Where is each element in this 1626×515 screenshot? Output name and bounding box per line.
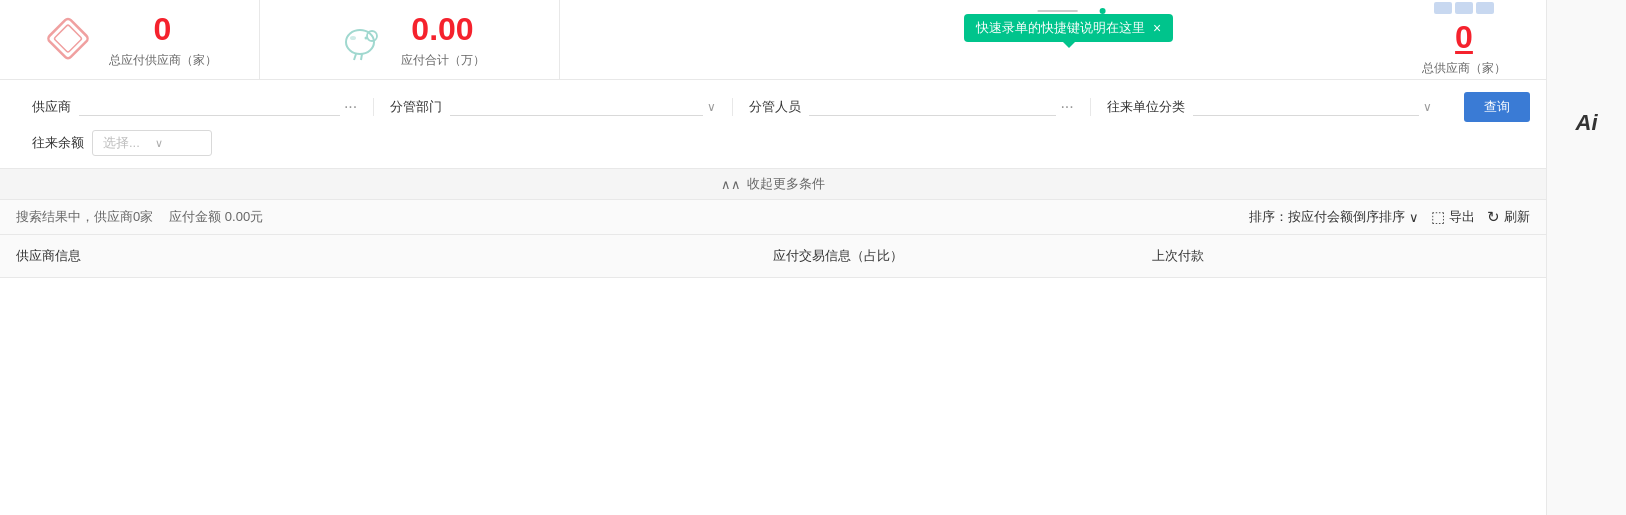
dept-input-wrapper bbox=[450, 98, 702, 116]
refresh-icon: ↻ bbox=[1487, 208, 1500, 226]
export-label: 导出 bbox=[1449, 208, 1475, 226]
unit-input-wrapper bbox=[1193, 98, 1419, 116]
payable-total-values: 0.00 应付合计（万） bbox=[401, 10, 485, 69]
unit-input[interactable] bbox=[1193, 98, 1419, 113]
sort-label: 排序：按应付会额倒序排序 bbox=[1249, 208, 1405, 226]
ai-label[interactable]: Ai bbox=[1576, 110, 1598, 136]
collapse-bar: ∧∧ 收起更多条件 bbox=[0, 169, 1546, 200]
mini-rect-3 bbox=[1476, 2, 1494, 14]
total-suppliers-number: 0 bbox=[1455, 18, 1473, 56]
payable-total-number: 0.00 bbox=[411, 10, 473, 48]
results-amount: 应付金额 0.00元 bbox=[169, 208, 263, 226]
query-button[interactable]: 查询 bbox=[1464, 92, 1530, 122]
export-icon: ⬚ bbox=[1431, 208, 1445, 226]
filter-row-1: 供应商 ··· 分管部门 ∨ 分管人员 bbox=[16, 92, 1530, 122]
results-bar: 搜索结果中，供应商0家 应付金额 0.00元 排序：按应付会额倒序排序 ∨ ⬚ … bbox=[0, 200, 1546, 235]
sort-dropdown[interactable]: 排序：按应付会额倒序排序 ∨ bbox=[1249, 208, 1419, 226]
right-panel: Ai bbox=[1546, 0, 1626, 515]
person-input-wrapper bbox=[809, 98, 1057, 116]
col-transaction-info: 应付交易信息（占比） bbox=[773, 247, 1152, 265]
svg-point-2 bbox=[346, 30, 374, 54]
balance-arrow: ∨ bbox=[155, 137, 201, 150]
export-button[interactable]: ⬚ 导出 bbox=[1431, 208, 1475, 226]
dept-label: 分管部门 bbox=[390, 98, 442, 116]
collapse-label: 收起更多条件 bbox=[747, 175, 825, 193]
tooltip-container: 快速录单的快捷键说明在这里 × bbox=[1030, 6, 1108, 16]
col-last-payment: 上次付款 bbox=[1152, 247, 1531, 265]
supplier-input[interactable] bbox=[79, 98, 340, 113]
stat-payable-total: 0.00 应付合计（万） bbox=[260, 0, 560, 79]
tooltip-bubble: 快速录单的快捷键说明在这里 × bbox=[964, 14, 1173, 42]
unit-label: 往来单位分类 bbox=[1107, 98, 1185, 116]
filter-row-2: 往来余额 选择... ∨ bbox=[16, 130, 1530, 156]
results-suppliers-count: 搜索结果中，供应商0家 bbox=[16, 208, 153, 226]
stat-total-payable: 0 总应付供应商（家） bbox=[0, 0, 260, 79]
dept-chevron[interactable]: ∨ bbox=[707, 100, 716, 114]
person-dots[interactable]: ··· bbox=[1060, 98, 1073, 116]
balance-select[interactable]: 选择... ∨ bbox=[92, 130, 212, 156]
supplier-label: 供应商 bbox=[32, 98, 71, 116]
svg-point-4 bbox=[350, 36, 356, 40]
supplier-dots[interactable]: ··· bbox=[344, 98, 357, 116]
supplier-input-wrapper bbox=[79, 98, 340, 116]
main-content: 0 总应付供应商（家） 0.00 bbox=[0, 0, 1546, 515]
filter-person: 分管人员 ··· bbox=[733, 98, 1091, 116]
balance-placeholder: 选择... bbox=[103, 134, 149, 152]
table-header: 供应商信息 应付交易信息（占比） 上次付款 bbox=[0, 235, 1546, 278]
refresh-label: 刷新 bbox=[1504, 208, 1530, 226]
results-right: 排序：按应付会额倒序排序 ∨ ⬚ 导出 ↻ 刷新 bbox=[1249, 208, 1530, 226]
results-left: 搜索结果中，供应商0家 应付金额 0.00元 bbox=[16, 208, 263, 226]
stat-total-suppliers: 0 总供应商（家） bbox=[1382, 0, 1546, 87]
person-input[interactable] bbox=[809, 98, 1057, 113]
mini-rect-1 bbox=[1434, 2, 1452, 14]
person-label: 分管人员 bbox=[749, 98, 801, 116]
tooltip-text: 快速录单的快捷键说明在这里 bbox=[976, 19, 1145, 37]
collapse-chevrons: ∧∧ bbox=[721, 177, 741, 192]
balance-label: 往来余额 bbox=[32, 134, 84, 152]
collapse-button[interactable]: ∧∧ 收起更多条件 bbox=[721, 175, 825, 193]
piggy-icon bbox=[335, 15, 385, 65]
table-body bbox=[0, 278, 1546, 515]
total-suppliers-label: 总供应商（家） bbox=[1422, 60, 1506, 77]
table-container: 供应商信息 应付交易信息（占比） 上次付款 bbox=[0, 235, 1546, 515]
tooltip-and-stat-area: 快速录单的快捷键说明在这里 × 0 总供 bbox=[560, 0, 1546, 79]
svg-rect-0 bbox=[46, 17, 88, 59]
payable-total-label: 应付合计（万） bbox=[401, 52, 485, 69]
stats-bar: 0 总应付供应商（家） 0.00 bbox=[0, 0, 1546, 80]
dept-input[interactable] bbox=[450, 98, 702, 113]
tooltip-line-seg bbox=[1038, 10, 1078, 12]
total-payable-number: 0 bbox=[154, 10, 172, 48]
filter-bar: 供应商 ··· 分管部门 ∨ 分管人员 bbox=[0, 80, 1546, 169]
page-wrapper: 0 总应付供应商（家） 0.00 bbox=[0, 0, 1626, 515]
diamond-icon bbox=[43, 15, 93, 65]
mini-rect-2 bbox=[1455, 2, 1473, 14]
total-payable-label: 总应付供应商（家） bbox=[109, 52, 217, 69]
filter-unit: 往来单位分类 ∨ bbox=[1091, 98, 1448, 116]
filter-supplier: 供应商 ··· bbox=[16, 98, 374, 116]
mini-rects-icon bbox=[1434, 2, 1494, 14]
stat-total-payable-values: 0 总应付供应商（家） bbox=[109, 10, 217, 69]
refresh-button[interactable]: ↻ 刷新 bbox=[1487, 208, 1530, 226]
sort-chevron: ∨ bbox=[1409, 210, 1419, 225]
svg-line-6 bbox=[361, 54, 362, 60]
col-supplier-info: 供应商信息 bbox=[16, 247, 773, 265]
filter-dept: 分管部门 ∨ bbox=[374, 98, 732, 116]
unit-chevron[interactable]: ∨ bbox=[1423, 100, 1432, 114]
tooltip-close-btn[interactable]: × bbox=[1153, 21, 1161, 35]
svg-point-7 bbox=[364, 36, 367, 39]
svg-line-5 bbox=[354, 54, 356, 60]
